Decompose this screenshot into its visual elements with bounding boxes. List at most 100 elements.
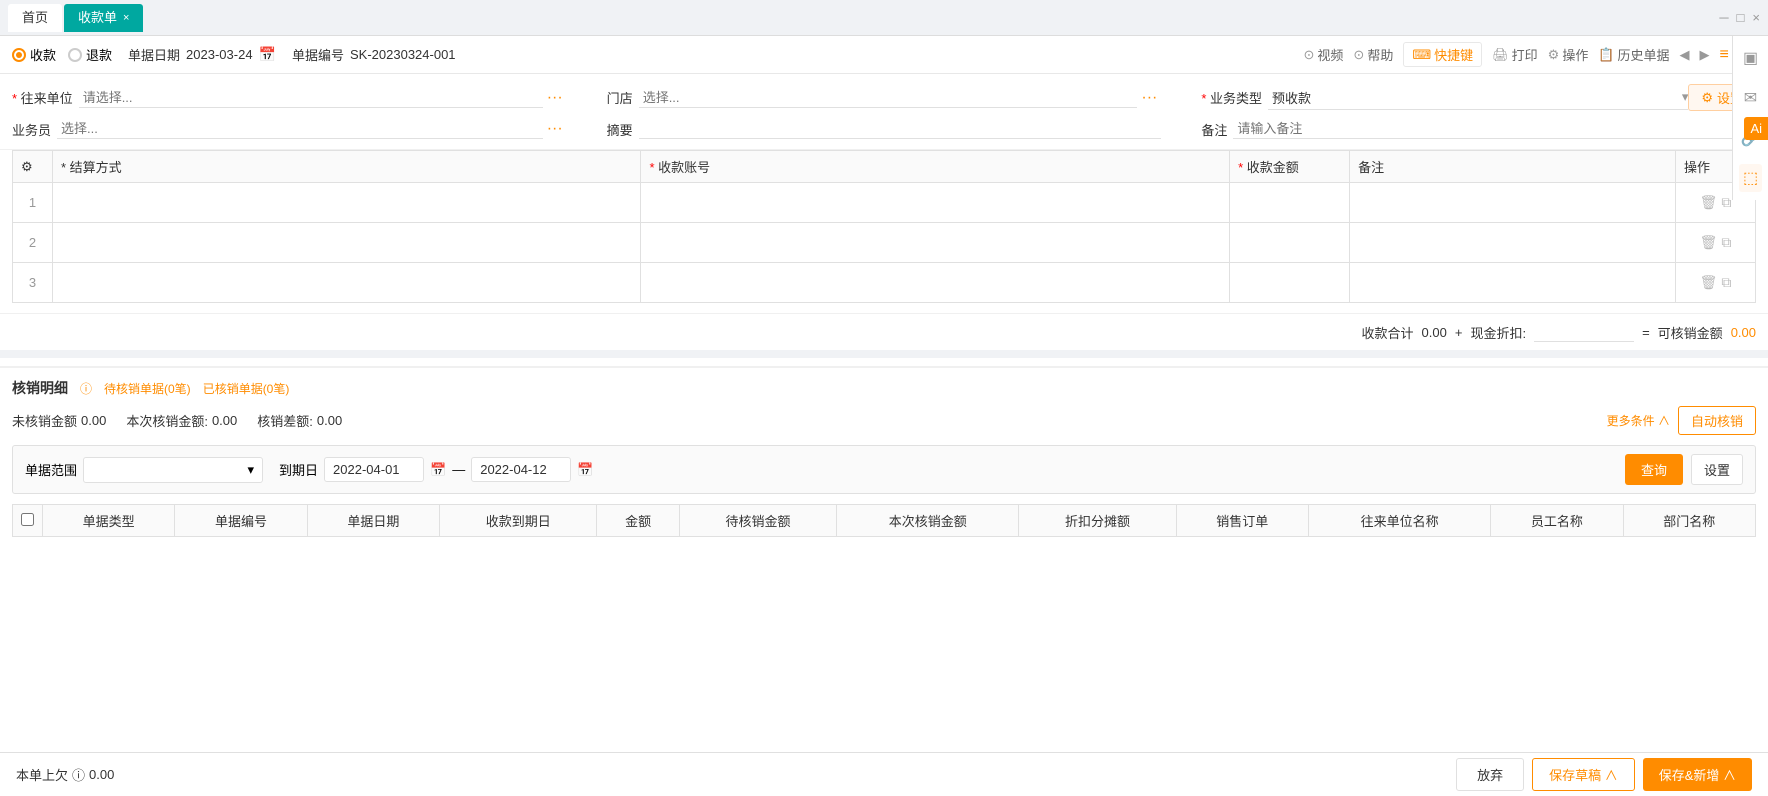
delete-icon-2[interactable]: 🗑	[1700, 234, 1718, 251]
operations-tool[interactable]: ⚙ 操作	[1548, 45, 1589, 64]
print-icon: 🖨	[1492, 47, 1509, 63]
sidebar-expand-icon[interactable]: ⬚	[1739, 164, 1762, 192]
settlement-cell-3[interactable]	[53, 263, 641, 303]
limit-label: 本单上欠	[16, 765, 68, 784]
radio-receipt-dot	[12, 48, 26, 62]
business-type-select[interactable]: 预收款 ▾	[1268, 86, 1688, 110]
calendar-icon[interactable]: 📅	[259, 46, 276, 63]
nav-next-icon[interactable]: ▶	[1700, 47, 1710, 63]
form-section: 往来单位 ··· 门店 ··· 业务类型 预收款 ▾ ⚙	[0, 74, 1768, 150]
help-tool[interactable]: ⊙ 帮助	[1353, 45, 1393, 64]
salesperson-input[interactable]	[57, 119, 543, 139]
end-calendar-icon[interactable]: 📅	[577, 462, 593, 478]
copy-icon-1[interactable]: ⧉	[1721, 194, 1731, 211]
history-tool[interactable]: 📋 历史单据	[1598, 45, 1669, 64]
business-type-field: 业务类型 预收款 ▾ ⚙ 设置	[1201, 84, 1756, 111]
maximize-icon[interactable]: □	[1737, 10, 1745, 25]
settlement-cell-2[interactable]	[53, 223, 641, 263]
th-receipt-account: * 收款账号	[641, 151, 1230, 183]
row-num-1: 1	[13, 183, 53, 223]
nav-prev-icon[interactable]: ◀	[1680, 47, 1690, 63]
hx-settings-btn[interactable]: 设置	[1691, 454, 1743, 485]
close-icon[interactable]: ×	[1752, 10, 1760, 25]
settlement-cell-1[interactable]	[53, 183, 641, 223]
tab-home[interactable]: 首页	[8, 4, 62, 32]
hx-info-icon[interactable]: ⓘ	[80, 380, 92, 397]
amount-cell-3[interactable]	[1230, 263, 1350, 303]
notes-input[interactable]	[1233, 119, 1756, 139]
account-cell-2[interactable]	[641, 223, 1230, 263]
account-cell-1[interactable]	[641, 183, 1230, 223]
copy-icon-2[interactable]: ⧉	[1721, 234, 1731, 251]
toolbar-row: 收款 退款 单据日期 2023-03-24 📅 单据编号 SK-20230324…	[0, 36, 1768, 74]
radio-receipt[interactable]: 收款	[12, 45, 56, 64]
list-layout-icon[interactable]: ≡	[1720, 43, 1729, 67]
summary-field: 摘要	[607, 119, 1162, 139]
th-gear[interactable]: ⚙	[13, 151, 53, 183]
delete-icon-1[interactable]: 🗑	[1700, 194, 1718, 211]
query-btn[interactable]: 查询	[1625, 454, 1683, 485]
amount-cell-2[interactable]	[1230, 223, 1350, 263]
delete-icon-3[interactable]: 🗑	[1700, 274, 1718, 291]
limit-info-icon[interactable]: ⓘ	[72, 765, 85, 784]
salesperson-more-btn[interactable]: ···	[543, 120, 567, 138]
sidebar-mail-icon[interactable]: ✉	[1740, 84, 1761, 112]
th-notes: 备注	[1350, 151, 1676, 183]
limit-value: 0.00	[89, 767, 114, 782]
section-divider	[0, 350, 1768, 358]
bill-number-group: 单据编号 SK-20230324-001	[292, 45, 456, 64]
video-tool[interactable]: ⊙ 视频	[1304, 45, 1344, 64]
hx-completed-tab[interactable]: 已核销单据(0笔)	[203, 380, 290, 397]
range-select[interactable]: ▾	[83, 457, 263, 483]
amount-cell-1[interactable]	[1230, 183, 1350, 223]
account-cell-3[interactable]	[641, 263, 1230, 303]
tab-close-icon[interactable]: ×	[123, 4, 129, 32]
radio-refund-label: 退款	[86, 45, 112, 64]
hx-stats-row: 未核销金额 0.00 本次核销金额: 0.00 核销差额: 0.00 更多条件 …	[12, 406, 1756, 435]
tab-receipt[interactable]: 收款单 ×	[64, 4, 143, 32]
minimize-icon[interactable]: ─	[1719, 10, 1728, 25]
save-new-label: 保存&新增 ∧	[1659, 765, 1736, 784]
more-filter-btn[interactable]: 更多条件 ∧	[1607, 412, 1670, 429]
hx-pending-tab[interactable]: 待核销单据(0笔)	[104, 380, 191, 397]
summary-input[interactable]	[639, 119, 1162, 139]
print-tool[interactable]: 🖨 打印	[1492, 45, 1538, 64]
store-input[interactable]	[639, 88, 1138, 108]
shortcut-btn[interactable]: ⌨ 快捷键	[1403, 42, 1482, 67]
th-sales-order: 销售订单	[1176, 505, 1308, 537]
unverified-stat: 未核销金额 0.00	[12, 411, 106, 430]
start-calendar-icon[interactable]: 📅	[430, 462, 446, 478]
sidebar-table-icon[interactable]: ▣	[1739, 44, 1762, 72]
copy-icon-3[interactable]: ⧉	[1721, 274, 1731, 291]
due-date-end[interactable]	[471, 457, 571, 482]
tab-receipt-label: 收款单	[78, 4, 117, 32]
discount-label: 现金折扣:	[1470, 323, 1526, 342]
radio-refund[interactable]: 退款	[68, 45, 112, 64]
th-discount: 折扣分摊额	[1019, 505, 1176, 537]
hx-right-actions: 更多条件 ∧ 自动核销	[1607, 406, 1756, 435]
notes-cell-3[interactable]	[1350, 263, 1676, 303]
business-type-label: 业务类型	[1201, 88, 1268, 107]
bottom-bar: 本单上欠 ⓘ 0.00 放弃 保存草稿 ∧ 保存&新增 ∧	[0, 752, 1768, 796]
history-label: 历史单据	[1618, 45, 1670, 64]
form-row-1: 往来单位 ··· 门店 ··· 业务类型 预收款 ▾ ⚙	[12, 84, 1756, 111]
store-more-btn[interactable]: ···	[1137, 89, 1161, 107]
store-field: 门店 ···	[607, 88, 1162, 108]
auto-hx-btn[interactable]: 自动核销	[1678, 406, 1756, 435]
save-draft-btn[interactable]: 保存草稿 ∧	[1532, 758, 1635, 791]
save-new-btn[interactable]: 保存&新增 ∧	[1643, 758, 1752, 791]
notes-cell-1[interactable]	[1350, 183, 1676, 223]
select-all-checkbox[interactable]	[21, 513, 34, 526]
th-receipt-due: 收款到期日	[440, 505, 597, 537]
bill-number-value: SK-20230324-001	[350, 47, 456, 62]
receipt-type-group: 收款 退款	[12, 45, 112, 64]
hx-filter-row: 单据范围 ▾ 到期日 📅 — 📅 查询 设置	[12, 445, 1756, 494]
abandon-btn[interactable]: 放弃	[1456, 758, 1524, 791]
range-field: 单据范围 ▾	[25, 457, 263, 483]
ai-btn[interactable]: Ai	[1744, 117, 1768, 140]
due-date-start[interactable]	[324, 457, 424, 482]
discount-input[interactable]	[1534, 322, 1634, 342]
notes-cell-2[interactable]	[1350, 223, 1676, 263]
partner-input[interactable]	[79, 88, 543, 108]
partner-more-btn[interactable]: ···	[543, 89, 567, 107]
